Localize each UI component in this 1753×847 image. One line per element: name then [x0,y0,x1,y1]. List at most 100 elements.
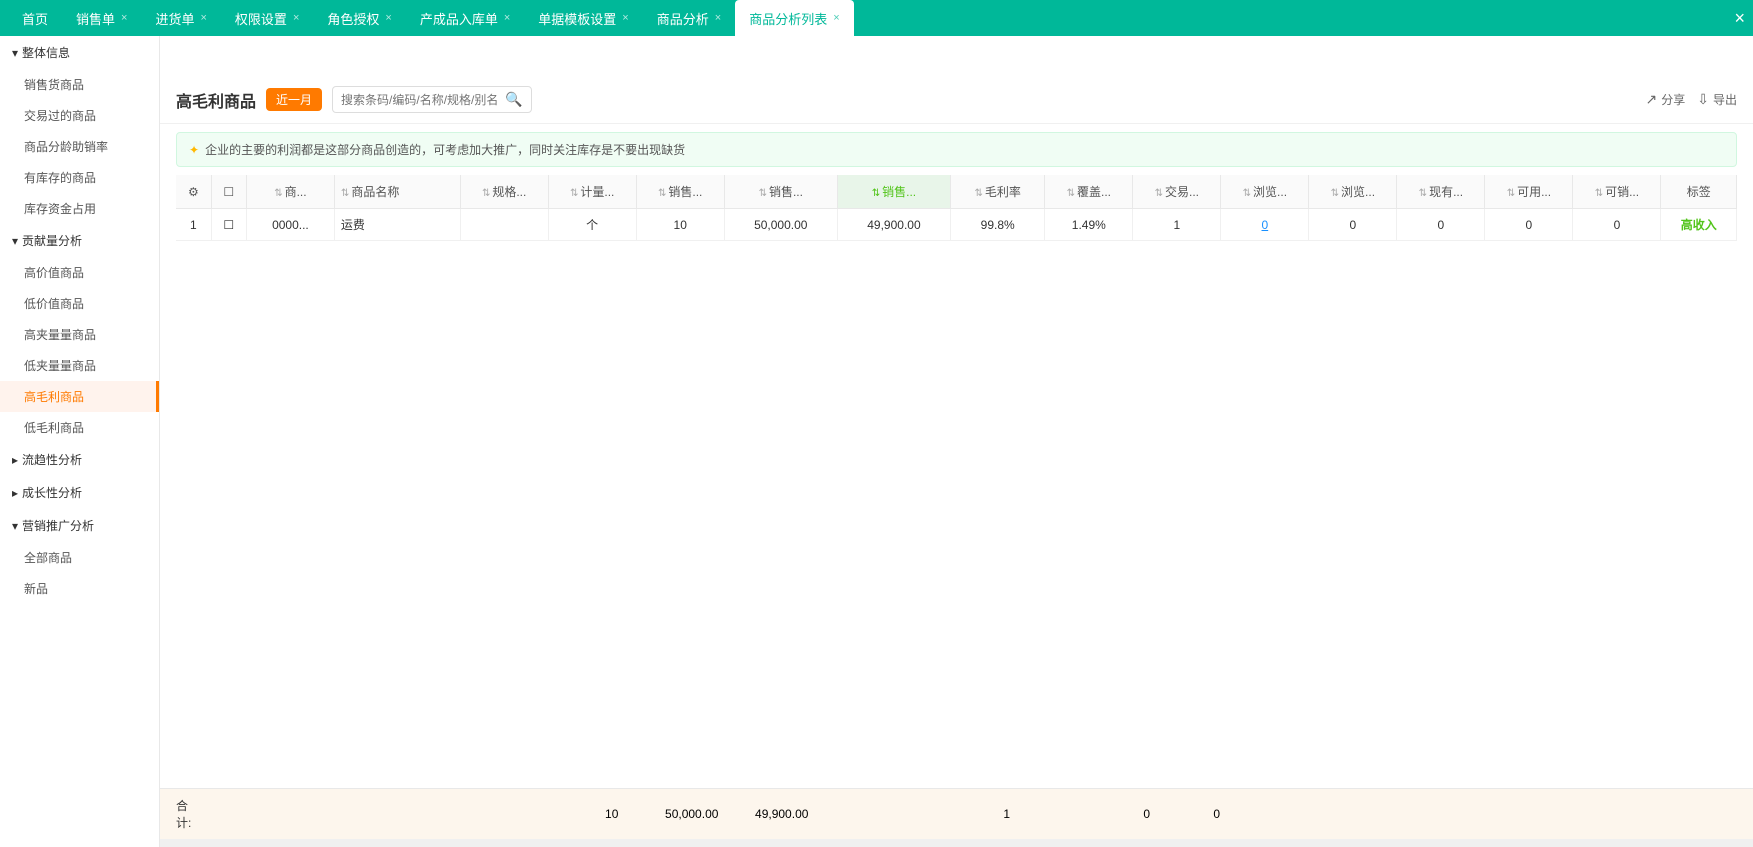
close-icon[interactable]: × [200,12,206,24]
footer-totals: 合计: 10 50,000.00 49,900.00 1 0 0 [160,788,1753,839]
close-icon[interactable]: × [504,12,510,24]
th-unit[interactable]: ⇅计量... [548,175,636,209]
footer-sales-amount: 50,000.00 [647,807,737,821]
th-gross-margin[interactable]: ⇅毛利率 [951,175,1045,209]
th-checkbox[interactable]: ☐ [211,175,246,209]
data-table: ⚙ ☐ ⇅商... ⇅商品名称 ⇅规格... [176,175,1737,241]
sidebar-item-low-margin[interactable]: 低毛利商品 [0,412,159,443]
close-icon[interactable]: × [293,12,299,24]
sidebar-item-sales-goods[interactable]: 销售货商品 [0,69,159,100]
cell-spec [460,209,548,241]
th-browse1[interactable]: ⇅浏览... [1221,175,1309,209]
cell-name: 运费 [334,209,460,241]
sidebar-group-marketing[interactable]: ▾ 营销推广分析 [0,509,159,542]
table-row: 1 ☐ 0000... 运费 个 10 50,000.00 49,900.00 … [176,209,1737,241]
cell-coverage: 1.49% [1045,209,1133,241]
cell-tag: 高收入 [1661,209,1737,241]
sidebar-item-new-goods[interactable]: 新品 [0,573,159,604]
th-sales-qty[interactable]: ⇅销售... [636,175,724,209]
nav-role-auth[interactable]: 角色授权 × [313,0,405,36]
content-header: 高毛利商品 近一月 🔍 ↗ 分享 ⇩ 导出 [160,76,1753,124]
sidebar-group-trend[interactable]: ▸ 流趋性分析 [0,443,159,476]
footer-label: 合计: [176,797,203,831]
sidebar-item-high-clip-qty[interactable]: 高夹量量商品 [0,319,159,350]
th-browse2[interactable]: ⇅浏览... [1309,175,1397,209]
arrow-right-icon: ▸ [12,453,18,467]
nav-permission-settings[interactable]: 权限设置 × [221,0,313,36]
cell-code: 0000... [246,209,334,241]
close-all-tabs-icon[interactable]: × [1734,8,1745,29]
th-spec[interactable]: ⇅规格... [460,175,548,209]
sidebar-item-high-value[interactable]: 高价值商品 [0,257,159,288]
sidebar-group-overall[interactable]: ▾ 整体信息 [0,36,159,69]
export-button[interactable]: ⇩ 导出 [1697,91,1737,108]
close-icon[interactable]: × [833,12,839,24]
cell-browse2: 0 [1309,209,1397,241]
export-icon: ⇩ [1697,91,1709,108]
th-available[interactable]: ⇅可用... [1485,175,1573,209]
th-settings[interactable]: ⚙ [176,175,211,209]
th-coverage[interactable]: ⇅覆盖... [1045,175,1133,209]
th-tag[interactable]: 标签 [1661,175,1737,209]
search-input[interactable] [341,93,501,107]
info-banner: ✦ 企业的主要的利润都是这部分商品创造的，可考虑加大推广，同时关注库存是不要出现… [176,132,1737,167]
sidebar-item-traded-goods[interactable]: 交易过的商品 [0,100,159,131]
sidebar-item-stock-capital[interactable]: 库存资金占用 [0,193,159,224]
arrow-down-icon: ▾ [12,519,18,533]
footer-transaction: 1 [972,807,1042,821]
th-code[interactable]: ⇅商... [246,175,334,209]
arrow-down-icon: ▾ [12,234,18,248]
footer-browse2: 0 [1112,807,1182,821]
th-transaction[interactable]: ⇅交易... [1133,175,1221,209]
cell-sales-amount: 50,000.00 [724,209,837,241]
cell-browse1[interactable]: 0 [1221,209,1309,241]
top-navigation: 首页 销售单 × 进货单 × 权限设置 × 角色授权 × 产成品入库单 × 单据… [0,0,1753,36]
nav-production-instock[interactable]: 产成品入库单 × [406,0,524,36]
nav-home[interactable]: 首页 [8,0,62,36]
sidebar-item-goods-age-assist[interactable]: 商品分龄助销率 [0,131,159,162]
nav-template-settings[interactable]: 单据模板设置 × [524,0,642,36]
th-sales-profit[interactable]: ⇅销售... [837,175,950,209]
nav-product-analysis-list[interactable]: 商品分析列表 × [735,0,853,36]
sidebar-group-growth[interactable]: ▸ 成长性分析 [0,476,159,509]
nav-purchase-order[interactable]: 进货单 × [141,0,220,36]
cell-sellable: 0 [1573,209,1661,241]
share-button[interactable]: ↗ 分享 [1646,91,1686,108]
sidebar-item-low-clip-qty[interactable]: 低夹量量商品 [0,350,159,381]
close-icon[interactable]: × [121,12,127,24]
cell-index: 1 [176,209,211,241]
th-sales-amount[interactable]: ⇅销售... [724,175,837,209]
search-icon[interactable]: 🔍 [505,91,522,108]
nav-sales-order[interactable]: 销售单 × [62,0,141,36]
page-title: 高毛利商品 [176,88,256,112]
close-icon[interactable]: × [385,12,391,24]
th-name[interactable]: ⇅商品名称 [334,175,460,209]
sidebar: ▾ 整体信息 销售货商品 交易过的商品 商品分龄助销率 有库存的商品 库存资金占… [0,36,160,847]
checkbox-all[interactable]: ☐ [223,185,234,199]
cell-sales-profit: 49,900.00 [837,209,950,241]
row-checkbox[interactable]: ☐ [223,218,234,232]
close-icon[interactable]: × [715,12,721,24]
sidebar-item-low-value[interactable]: 低价值商品 [0,288,159,319]
cell-sales-qty: 10 [636,209,724,241]
header-actions: ↗ 分享 ⇩ 导出 [1646,91,1738,108]
cell-checkbox[interactable]: ☐ [211,209,246,241]
search-box: 🔍 [332,86,532,113]
horizontal-scrollbar[interactable] [160,839,1753,847]
content-area: ◀ 高毛利商品 近一月 🔍 ↗ 分享 ⇩ 导出 ✦ [160,36,1753,847]
th-current-stock[interactable]: ⇅现有... [1397,175,1485,209]
cell-unit: 个 [548,209,636,241]
nav-product-analysis[interactable]: 商品分析 × [643,0,735,36]
sidebar-group-contribution[interactable]: ▾ 贡献量分析 [0,224,159,257]
sidebar-item-high-margin[interactable]: 高毛利商品 [0,381,159,412]
info-text: 企业的主要的利润都是这部分商品创造的，可考虑加大推广，同时关注库存是不要出现缺货 [205,141,685,158]
th-sellable[interactable]: ⇅可销... [1573,175,1661,209]
close-icon[interactable]: × [622,12,628,24]
sidebar-item-in-stock-goods[interactable]: 有库存的商品 [0,162,159,193]
info-icon: ✦ [189,143,199,157]
sidebar-item-all-goods[interactable]: 全部商品 [0,542,159,573]
settings-icon: ⚙ [188,185,199,199]
time-filter-button[interactable]: 近一月 [266,88,322,111]
footer-sales-qty: 10 [577,807,647,821]
data-table-container: ⚙ ☐ ⇅商... ⇅商品名称 ⇅规格... [160,175,1753,788]
